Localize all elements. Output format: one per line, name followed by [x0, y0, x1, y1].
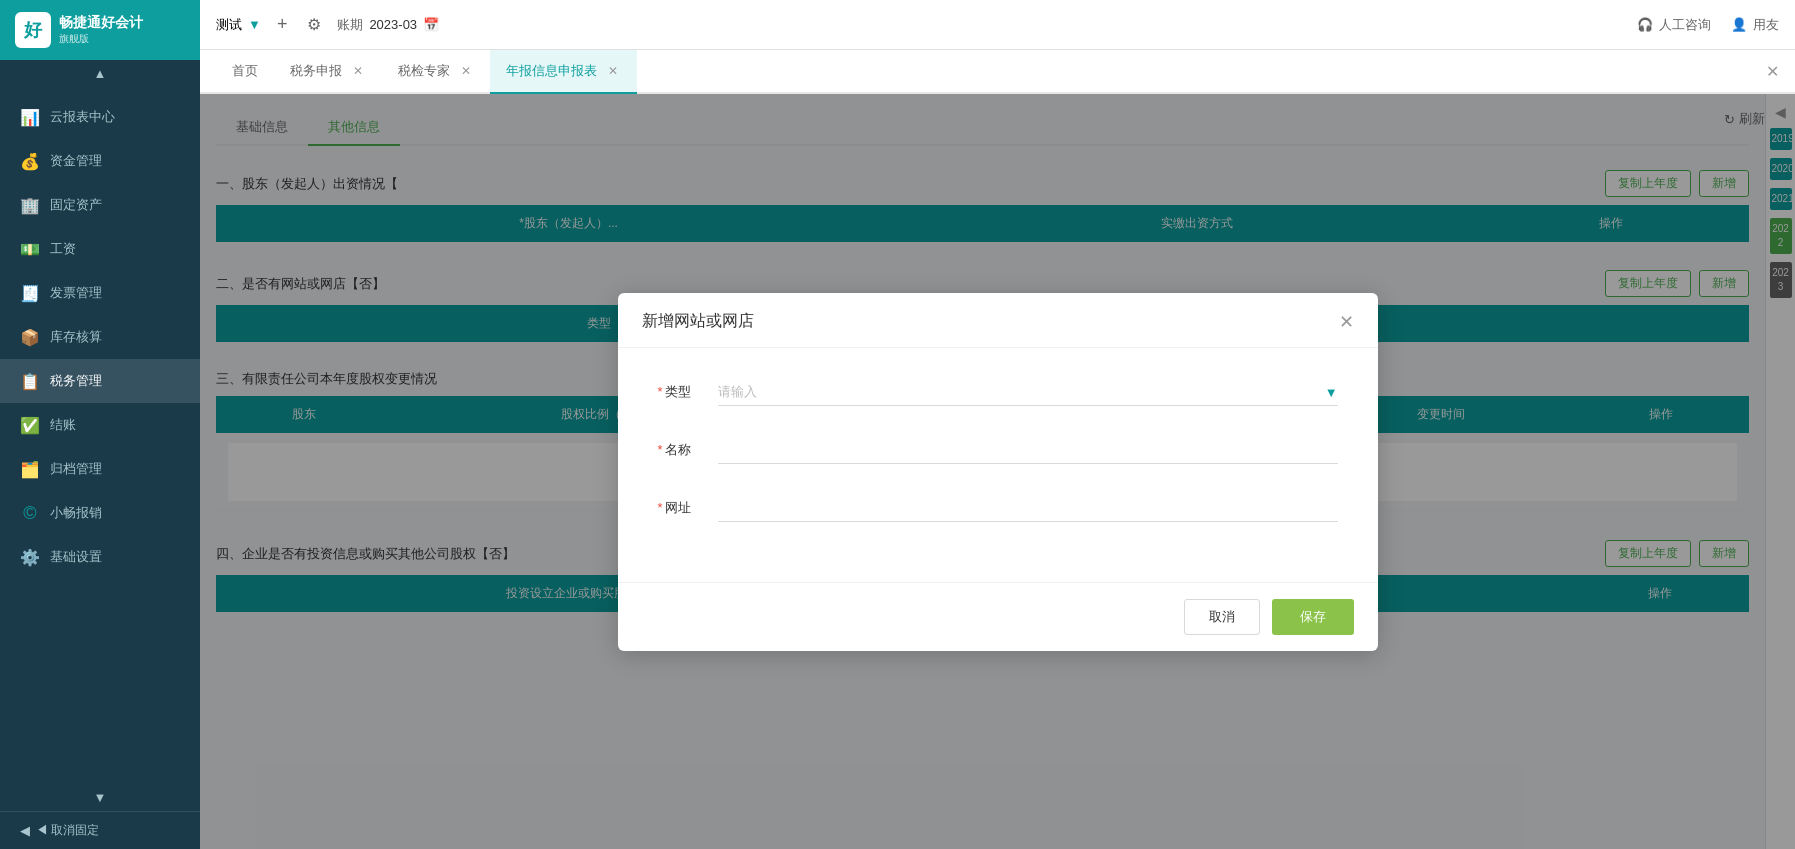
type-input-wrapper: ▼	[718, 378, 1338, 406]
form-row-type: *类型 ▼	[658, 378, 1338, 406]
tab-tax-report-close[interactable]: ✕	[350, 63, 366, 79]
url-input-wrapper	[718, 494, 1338, 522]
modal-title: 新增网站或网店	[642, 311, 754, 332]
inventory-icon: 📦	[20, 327, 40, 347]
sidebar-cancel-fixed[interactable]: ◀ ◀ 取消固定	[0, 811, 200, 849]
checkout-icon: ✅	[20, 415, 40, 435]
company-dropdown-icon: ▼	[248, 17, 261, 32]
sidebar-scroll-up[interactable]: ▲	[0, 60, 200, 87]
tab-tax-report[interactable]: 税务申报 ✕	[274, 50, 382, 94]
tabs-bar: 首页 税务申报 ✕ 税检专家 ✕ 年报信息申报表 ✕ ✕	[200, 50, 1795, 94]
modal-header: 新增网站或网店 ✕	[618, 293, 1378, 348]
main-content: 测试 ▼ + ⚙ 账期 2023-03 📅 🎧 人工咨询 👤 用友	[200, 0, 1795, 849]
settings-icon: ⚙️	[20, 547, 40, 567]
fund-icon: 💰	[20, 151, 40, 171]
sidebar-item-checkout[interactable]: ✅ 结账	[0, 403, 200, 447]
sidebar: 好 畅捷通好会计 旗舰版 ▲ 📊 云报表中心 💰 资金管理 🏢 固定资产 💵	[0, 0, 200, 849]
modal-close-button[interactable]: ✕	[1339, 311, 1354, 333]
topbar-settings-icon[interactable]: ⚙	[303, 11, 325, 38]
cloud-report-icon: 📊	[20, 107, 40, 127]
topbar: 测试 ▼ + ⚙ 账期 2023-03 📅 🎧 人工咨询 👤 用友	[200, 0, 1795, 50]
user-menu[interactable]: 👤 用友	[1731, 16, 1779, 34]
sidebar-item-fund[interactable]: 💰 资金管理	[0, 139, 200, 183]
form-row-name: *名称	[658, 436, 1338, 464]
user-icon: 👤	[1731, 17, 1747, 32]
cancel-button[interactable]: 取消	[1184, 599, 1260, 635]
logo-text: 畅捷通好会计 旗舰版	[59, 14, 143, 46]
archive-icon: 🗂️	[20, 459, 40, 479]
report-icon: ©	[20, 503, 40, 523]
modal-add-website: 新增网站或网店 ✕ *类型 ▼	[618, 293, 1378, 651]
salary-icon: 💵	[20, 239, 40, 259]
calendar-icon[interactable]: 📅	[423, 17, 439, 32]
period-selector: 账期 2023-03 📅	[337, 16, 439, 34]
sidebar-item-cloud-report[interactable]: 📊 云报表中心	[0, 95, 200, 139]
sidebar-scroll-down[interactable]: ▼	[0, 784, 200, 811]
tab-annual-report-close[interactable]: ✕	[605, 63, 621, 79]
sidebar-item-fixed-assets[interactable]: 🏢 固定资产	[0, 183, 200, 227]
cancel-fixed-icon: ◀	[20, 823, 30, 838]
service-button[interactable]: 🎧 人工咨询	[1637, 16, 1711, 34]
modal-footer: 取消 保存	[618, 582, 1378, 651]
sidebar-nav: 📊 云报表中心 💰 资金管理 🏢 固定资产 💵 工资 🧾 发票管理 📦	[0, 87, 200, 784]
sidebar-item-invoice[interactable]: 🧾 发票管理	[0, 271, 200, 315]
logo-icon: 好	[15, 12, 51, 48]
form-field-type: *类型 ▼	[658, 378, 1338, 406]
form-field-url: *网址	[658, 494, 1338, 522]
sidebar-item-salary[interactable]: 💵 工资	[0, 227, 200, 271]
form-field-name: *名称	[658, 436, 1338, 464]
modal-overlay: 新增网站或网店 ✕ *类型 ▼	[200, 94, 1795, 849]
url-label: *网址	[658, 499, 718, 517]
tab-annual-report[interactable]: 年报信息申报表 ✕	[490, 50, 637, 94]
sidebar-item-settings[interactable]: ⚙️ 基础设置	[0, 535, 200, 579]
tax-icon: 📋	[20, 371, 40, 391]
type-dropdown-icon[interactable]: ▼	[1325, 384, 1338, 399]
name-input[interactable]	[718, 436, 1338, 464]
content-area: 基础信息 其他信息 ↻ 刷新 一、股东（发起人）出资情况【 复制上年度	[200, 94, 1795, 849]
sidebar-item-report[interactable]: © 小畅报销	[0, 491, 200, 535]
tab-home[interactable]: 首页	[216, 50, 274, 94]
type-input[interactable]	[718, 378, 1338, 406]
name-input-wrapper	[718, 436, 1338, 464]
modal-body: *类型 ▼ *名	[618, 348, 1378, 582]
type-label: *类型	[658, 383, 718, 401]
tab-tax-expert-close[interactable]: ✕	[458, 63, 474, 79]
name-label: *名称	[658, 441, 718, 459]
topbar-right: 🎧 人工咨询 👤 用友	[1637, 16, 1779, 34]
close-all-tabs-button[interactable]: ✕	[1766, 62, 1779, 81]
company-name: 测试	[216, 16, 242, 34]
fixed-assets-icon: 🏢	[20, 195, 40, 215]
tab-tax-expert[interactable]: 税检专家 ✕	[382, 50, 490, 94]
headset-icon: 🎧	[1637, 17, 1653, 32]
url-input[interactable]	[718, 494, 1338, 522]
company-selector[interactable]: 测试 ▼	[216, 16, 261, 34]
invoice-icon: 🧾	[20, 283, 40, 303]
sidebar-item-tax[interactable]: 📋 税务管理	[0, 359, 200, 403]
add-company-button[interactable]: +	[273, 10, 292, 39]
sidebar-item-archive[interactable]: 🗂️ 归档管理	[0, 447, 200, 491]
form-row-url: *网址	[658, 494, 1338, 522]
sidebar-logo: 好 畅捷通好会计 旗舰版	[0, 0, 200, 60]
sidebar-item-inventory[interactable]: 📦 库存核算	[0, 315, 200, 359]
save-button[interactable]: 保存	[1272, 599, 1354, 635]
